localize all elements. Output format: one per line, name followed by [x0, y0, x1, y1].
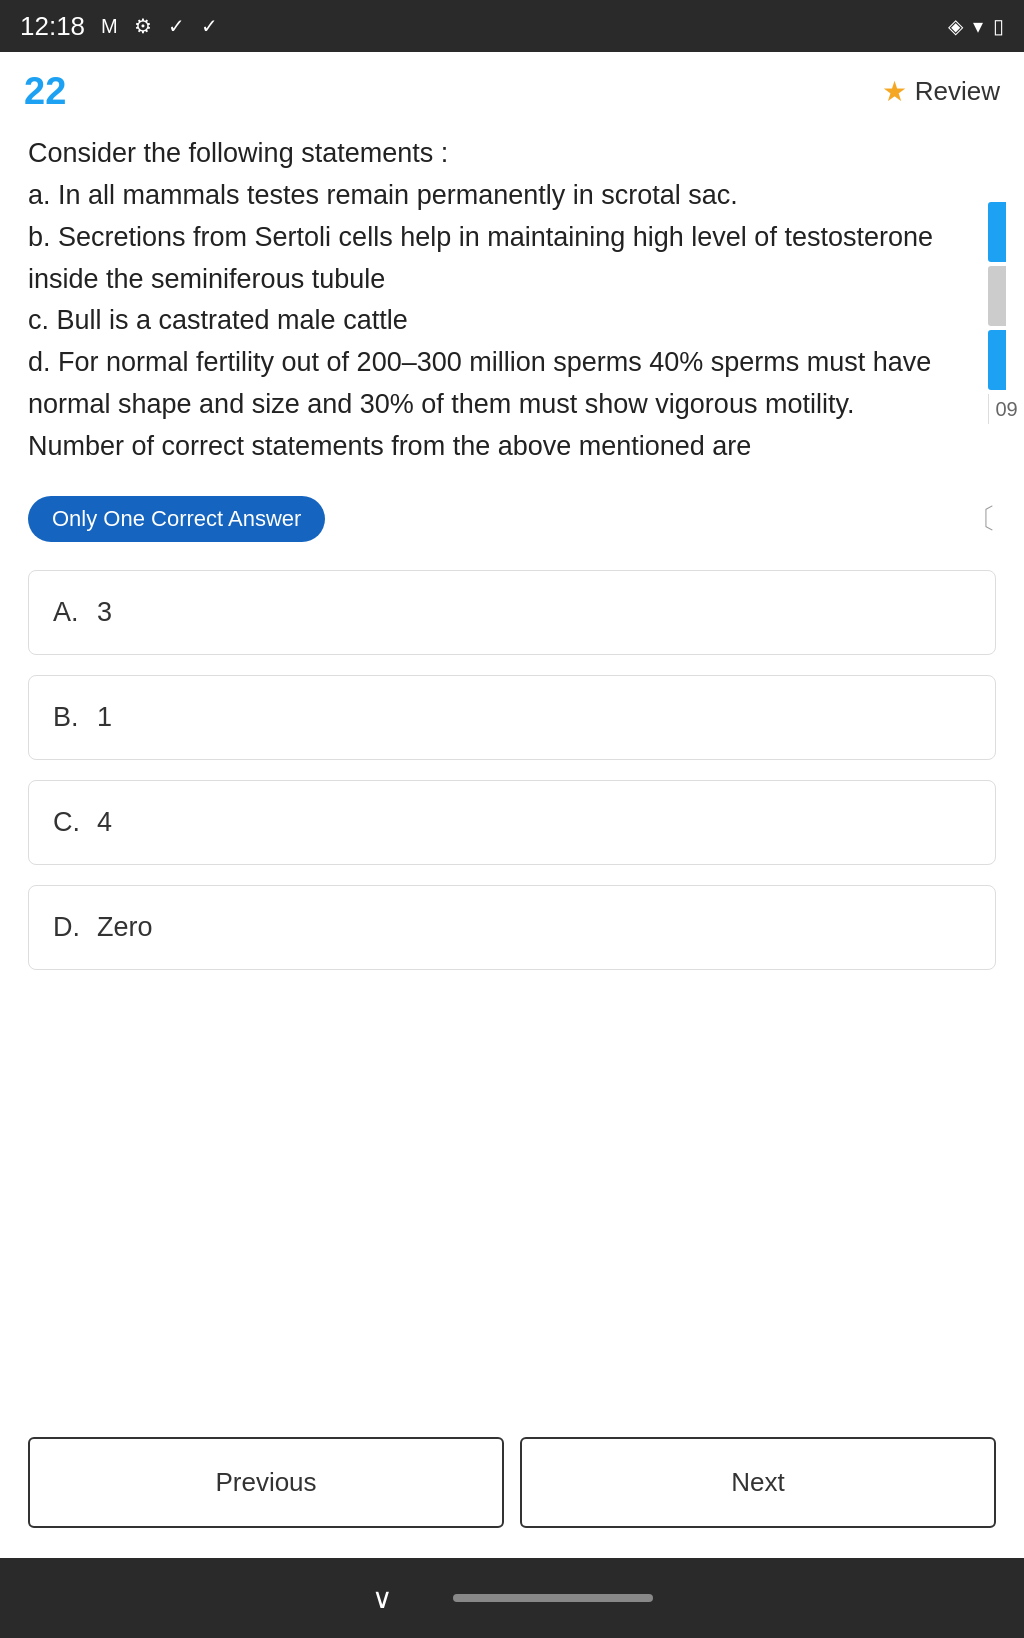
bottom-handle: [453, 1594, 653, 1602]
question-number: 22: [24, 70, 66, 113]
star-icon: ★: [882, 75, 907, 108]
option-d-value: Zero: [97, 912, 153, 943]
side-indicator-blue: [988, 202, 1006, 262]
side-panel: 09: [988, 202, 1024, 424]
statement-b: b. Secretions from Sertoli cells help in…: [28, 217, 974, 301]
time-display: 12:18: [20, 11, 85, 42]
option-b[interactable]: B. 1: [28, 675, 996, 760]
option-d[interactable]: D. Zero: [28, 885, 996, 970]
question-intro: Consider the following statements :: [28, 133, 974, 175]
option-b-value: 1: [97, 702, 112, 733]
check-icon-2: ✓: [201, 14, 218, 38]
bookmark-icon[interactable]: 〔: [968, 500, 996, 538]
side-number: 09: [988, 394, 1024, 424]
question-end: Number of correct statements from the ab…: [28, 426, 974, 468]
nav-buttons: Previous Next: [0, 1413, 1024, 1558]
status-right: ◈ ▾ ▯: [948, 14, 1004, 38]
option-d-label: D.: [53, 912, 97, 943]
option-c-value: 4: [97, 807, 112, 838]
side-indicator-blue2: [988, 330, 1006, 390]
status-bar: 12:18 M ⚙ ✓ ✓ ◈ ▾ ▯: [0, 0, 1024, 52]
main-container: 22 ★ Review 09 Consider the following st…: [0, 52, 1024, 1558]
review-label: Review: [915, 76, 1000, 107]
statement-d: d. For normal fertility out of 200–300 m…: [28, 342, 974, 426]
settings-icon: ⚙: [134, 14, 152, 38]
option-a-label: A.: [53, 597, 97, 628]
side-indicator-gray: [988, 266, 1006, 326]
signal-icon: ◈: [948, 14, 963, 38]
options-container: A. 3 B. 1 C. 4 D. Zero: [0, 560, 1024, 1000]
option-a-value: 3: [97, 597, 112, 628]
answer-type-row: Only One Correct Answer 〔: [0, 478, 1024, 560]
bottom-bar: ∨: [0, 1558, 1024, 1638]
answer-type-badge: Only One Correct Answer: [28, 496, 325, 542]
next-button[interactable]: Next: [520, 1437, 996, 1528]
option-c[interactable]: C. 4: [28, 780, 996, 865]
review-button[interactable]: ★ Review: [882, 75, 1000, 108]
statement-c: c. Bull is a castrated male cattle: [28, 300, 974, 342]
statement-a: a. In all mammals testes remain permanen…: [28, 175, 974, 217]
previous-button[interactable]: Previous: [28, 1437, 504, 1528]
option-b-label: B.: [53, 702, 97, 733]
option-a[interactable]: A. 3: [28, 570, 996, 655]
battery-icon: ▯: [993, 14, 1004, 38]
gmail-icon: M: [101, 15, 118, 38]
wifi-icon: ▾: [973, 14, 983, 38]
status-left: 12:18 M ⚙ ✓ ✓: [20, 11, 218, 42]
option-c-label: C.: [53, 807, 97, 838]
question-body: Consider the following statements : a. I…: [0, 123, 1024, 478]
header-row: 22 ★ Review: [0, 52, 1024, 123]
chevron-down-icon: ∨: [372, 1582, 393, 1615]
check-icon-1: ✓: [168, 14, 185, 38]
